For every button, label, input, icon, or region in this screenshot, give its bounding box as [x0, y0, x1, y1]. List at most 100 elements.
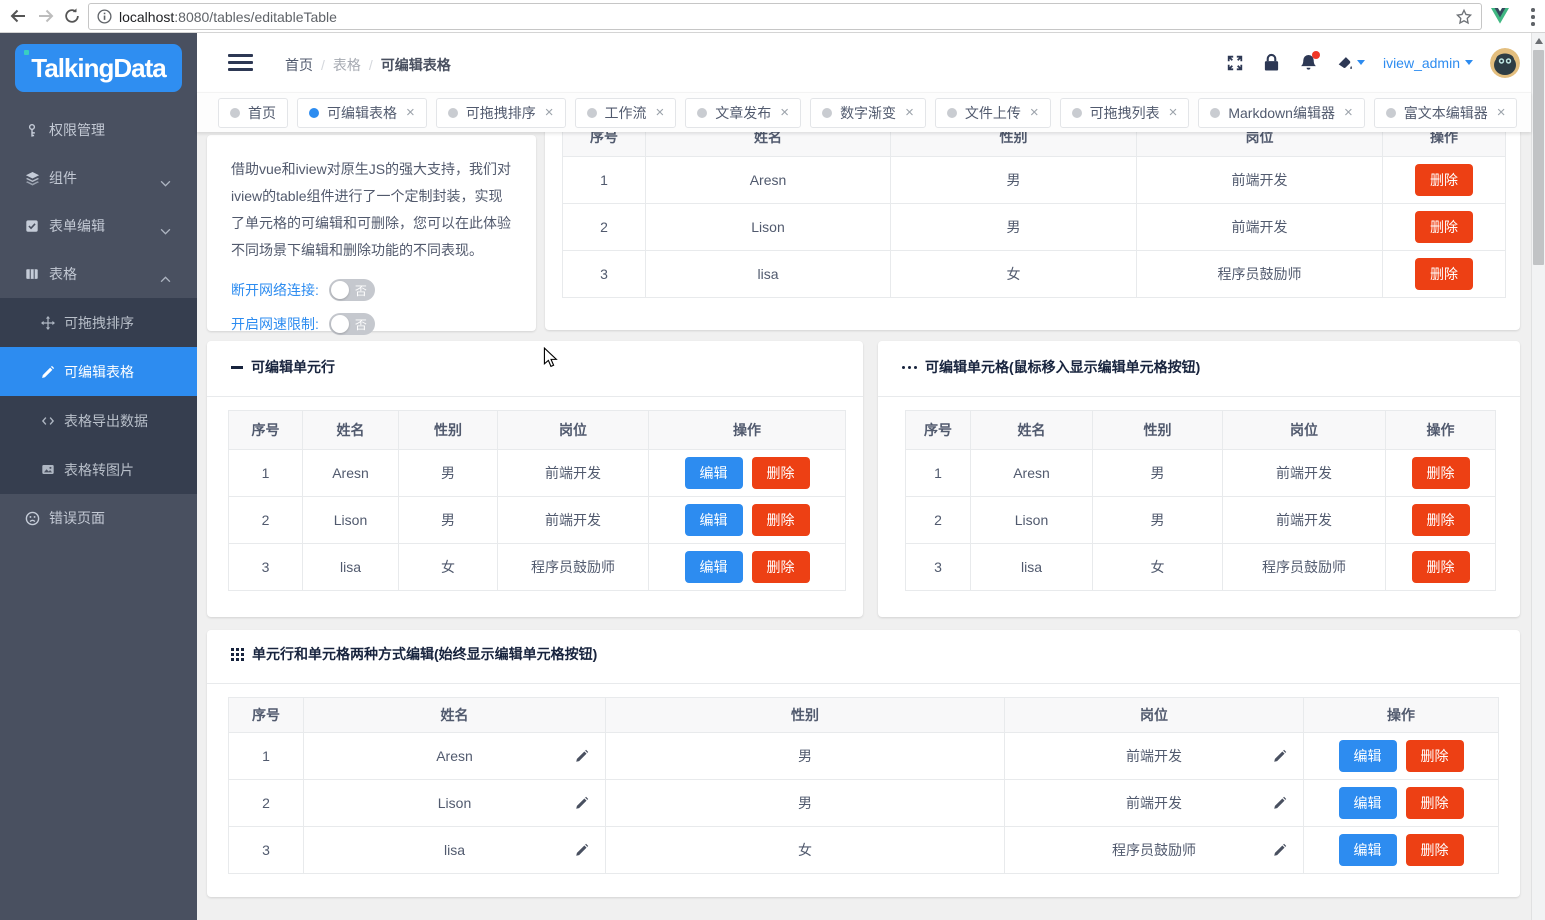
tab-number-gradient[interactable]: 数字渐变 × — [810, 97, 926, 128]
hamburger-menu-icon[interactable] — [228, 54, 253, 71]
tab-article-publish[interactable]: 文章发布 × — [685, 97, 802, 128]
edit-cell-pencil-icon[interactable] — [1273, 749, 1287, 763]
edit-button[interactable]: 编辑 — [684, 504, 743, 536]
delete-button[interactable]: 删除 — [1411, 504, 1470, 536]
bookmark-star-icon[interactable] — [1455, 8, 1473, 26]
edit-button[interactable]: 编辑 — [1338, 787, 1397, 819]
cell-edit-card: 可编辑单元格(鼠标移入显示编辑单元格按钮) 序号 姓名 性别 岗位 操作 1 Aresn 男… — [878, 341, 1520, 617]
table-row: 2 Lison 男前端开发 编辑 删除 — [228, 496, 846, 544]
sidebar-item-permissions[interactable]: 权限管理 — [0, 106, 197, 154]
vue-extension-icon[interactable] — [1491, 8, 1509, 24]
scroll-up-arrow[interactable] — [1535, 38, 1543, 44]
sidebar-item-error-pages[interactable]: 错误页面 — [0, 494, 197, 542]
close-icon[interactable]: × — [656, 105, 665, 120]
vertical-scrollbar[interactable] — [1531, 33, 1545, 920]
disconnect-network-toggle[interactable]: 否 — [328, 279, 375, 301]
avatar[interactable] — [1490, 47, 1520, 78]
breadcrumb-home[interactable]: 首页 — [285, 57, 313, 73]
sidebar-subitem-draggable-sort[interactable]: 可拖拽排序 — [0, 298, 197, 347]
close-icon[interactable]: × — [406, 105, 415, 120]
close-icon[interactable]: × — [545, 105, 554, 120]
tab-draggable-sort[interactable]: 可拖拽排序 × — [435, 97, 566, 128]
edit-cell-pencil-icon[interactable] — [575, 796, 589, 810]
edit-cell-pencil-icon[interactable] — [575, 843, 589, 857]
sidebar-subitem-table-to-image[interactable]: 表格转图片 — [0, 445, 197, 494]
tab-workflow[interactable]: 工作流 × — [574, 97, 677, 128]
intro-card: 借助vue和iview对原生JS的强大支持，我们对iview的table组件进行… — [207, 135, 536, 335]
row-edit-table: 序号 姓名 性别 岗位 操作 1 Aresn 男前端开发 编辑 删除 2 Lison 男前端开发 … — [228, 410, 846, 591]
forward-icon[interactable] — [36, 6, 56, 26]
url-bar[interactable]: localhost:8080/tables/editableTable — [88, 3, 1482, 30]
lock-icon[interactable] — [1262, 53, 1282, 73]
reload-icon[interactable] — [63, 7, 81, 25]
close-icon[interactable]: × — [905, 105, 914, 120]
fullscreen-icon[interactable] — [1225, 53, 1245, 73]
tab-dot — [447, 107, 458, 118]
edit-button[interactable]: 编辑 — [684, 551, 743, 583]
edit-button[interactable]: 编辑 — [1338, 834, 1397, 866]
delete-button[interactable]: 删除 — [1405, 740, 1464, 772]
table-row: 3 lisa 女程序员鼓励师 删除 — [562, 250, 1506, 298]
delete-button[interactable]: 删除 — [1411, 551, 1470, 583]
card-title: 可编辑单元行 — [231, 357, 335, 377]
table-row: 1 Aresn 男前端开发 删除 — [905, 449, 1496, 497]
edit-cell-pencil-icon[interactable] — [1273, 843, 1287, 857]
sidebar-item-components[interactable]: 组件 — [0, 154, 197, 202]
table-row: 1 Aresn 男 前端开发 编辑 删除 — [228, 732, 1499, 780]
sidebar-subitem-table-export[interactable]: 表格导出数据 — [0, 396, 197, 445]
tab-draggable-list[interactable]: 可拖拽列表 × — [1059, 97, 1190, 128]
breadcrumb-tables[interactable]: 表格 — [333, 57, 361, 73]
tables-submenu: 可拖拽排序 可编辑表格 表格导出数据 表格转图片 — [0, 298, 197, 494]
sidebar-item-form-edit[interactable]: 表单编辑 — [0, 202, 197, 250]
tab-home[interactable]: 首页 — [218, 97, 288, 128]
chevron-down-icon — [160, 222, 171, 238]
intro-text: 借助vue和iview对原生JS的强大支持，我们对iview的table组件进行… — [231, 161, 512, 258]
sidebar-subitem-editable-table[interactable]: 可编辑表格 — [0, 347, 197, 396]
page-info-icon[interactable] — [97, 9, 112, 24]
edit-button[interactable]: 编辑 — [684, 457, 743, 489]
notification-bell-icon[interactable] — [1299, 50, 1320, 73]
scrollbar-thumb[interactable] — [1533, 50, 1544, 265]
close-icon[interactable]: × — [1344, 105, 1353, 120]
close-icon[interactable]: × — [1169, 105, 1178, 120]
delete-button[interactable]: 删除 — [1415, 164, 1473, 196]
edit-cell-pencil-icon[interactable] — [1273, 796, 1287, 810]
delete-button[interactable]: 删除 — [751, 457, 810, 489]
tab-dot — [697, 107, 708, 118]
close-icon[interactable]: × — [1030, 105, 1039, 120]
delete-button[interactable]: 删除 — [751, 551, 810, 583]
col-header-ops: 操作 — [1382, 132, 1506, 157]
tab-rich-text-editor[interactable]: 富文本编辑器 × — [1373, 97, 1518, 128]
delete-button[interactable]: 删除 — [751, 504, 810, 536]
delete-button[interactable]: 删除 — [1415, 258, 1473, 290]
theme-ink-icon[interactable] — [1336, 53, 1366, 73]
browser-chrome: localhost:8080/tables/editableTable — [0, 0, 1545, 33]
tab-dot — [1210, 107, 1221, 118]
edit-button[interactable]: 编辑 — [1338, 740, 1397, 772]
user-menu[interactable]: iview_admin — [1383, 55, 1473, 71]
edit-cell-pencil-icon[interactable] — [575, 749, 589, 763]
breadcrumb: 首页 / 表格 / 可编辑表格 — [285, 57, 451, 73]
sidebar-item-tables[interactable]: 表格 — [0, 250, 197, 298]
table-row: 3 lisa 女程序员鼓励师 编辑 删除 — [228, 543, 846, 591]
limit-speed-toggle[interactable]: 否 — [328, 313, 375, 335]
table-columns-icon — [24, 266, 40, 282]
back-icon[interactable] — [8, 6, 28, 26]
tab-markdown-editor[interactable]: Markdown编辑器 × — [1198, 97, 1365, 128]
tab-editable-table[interactable]: 可编辑表格 × — [297, 97, 427, 128]
minus-icon — [231, 365, 243, 369]
sidebar: TalkingData 权限管理 组件 表单编辑 表格 可拖拽排序 可编辑表格 … — [0, 33, 197, 920]
close-icon[interactable]: × — [1497, 105, 1506, 120]
col-header-gender: 性别 — [890, 132, 1137, 157]
delete-button[interactable]: 删除 — [1405, 834, 1464, 866]
chevron-down-icon — [160, 174, 171, 190]
delete-button[interactable]: 删除 — [1415, 211, 1473, 243]
browser-menu-icon[interactable] — [1531, 8, 1535, 26]
tab-file-upload[interactable]: 文件上传 × — [934, 97, 1051, 128]
close-icon[interactable]: × — [780, 105, 789, 120]
delete-button[interactable]: 删除 — [1405, 787, 1464, 819]
delete-button[interactable]: 删除 — [1411, 457, 1470, 489]
tab-dot — [309, 107, 319, 118]
table-row: 2 Lison 男前端开发 删除 — [562, 203, 1506, 251]
table-row: 2 Lison 男前端开发 删除 — [905, 496, 1496, 544]
